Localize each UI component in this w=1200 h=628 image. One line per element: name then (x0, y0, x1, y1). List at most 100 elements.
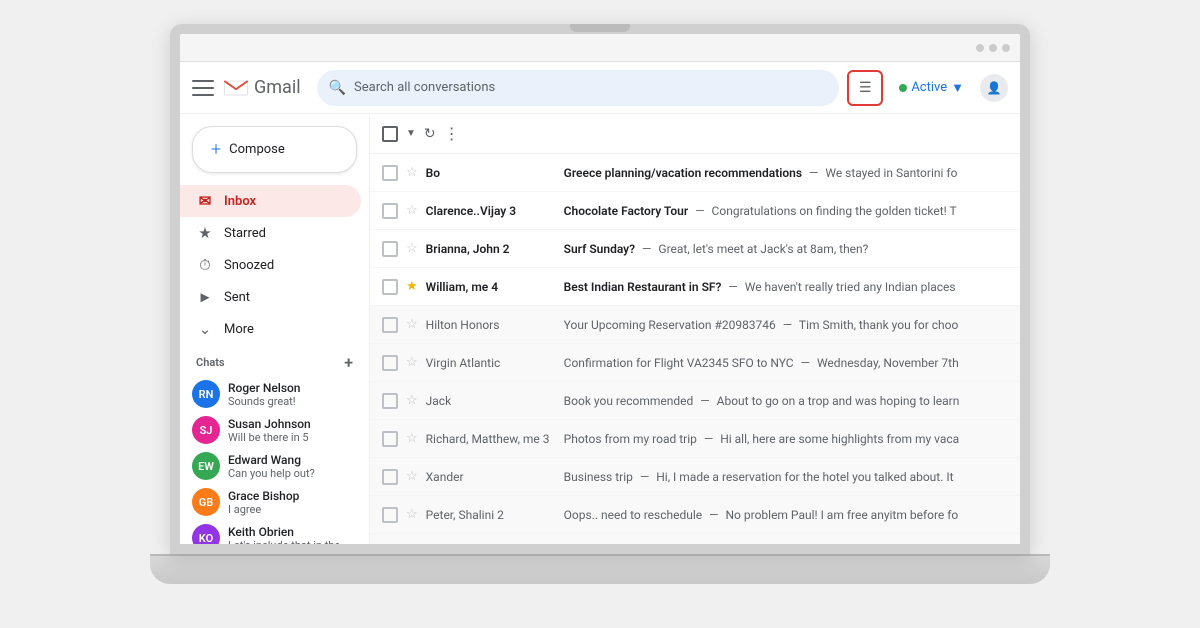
email-sender: Hilton Honors (426, 318, 556, 332)
compose-label: Compose (229, 142, 285, 157)
chat-info-keith: Keith Obrien Let's include that in the..… (228, 525, 349, 545)
email-row-brianna[interactable]: ☆ Brianna, John 2 Surf Sunday? — Great, … (370, 230, 1020, 268)
sidebar-item-starred[interactable]: ★ Starred (180, 217, 361, 249)
chats-section-header: Chats + (180, 345, 369, 376)
email-sender: Richard, Matthew, me 3 (426, 432, 556, 446)
active-label: Active (911, 80, 947, 95)
select-all-checkbox[interactable] (382, 126, 398, 142)
sent-label: Sent (224, 290, 250, 305)
email-subject-snippet: Surf Sunday? — Great, let's meet at Jack… (564, 242, 1008, 256)
email-row-clarence[interactable]: ☆ Clarence..Vijay 3 Chocolate Factory To… (370, 192, 1020, 230)
search-icon: 🔍 (329, 80, 346, 96)
email-subject-snippet: Chocolate Factory Tour — Congratulations… (564, 204, 1008, 218)
email-checkbox[interactable] (382, 203, 398, 219)
laptop-base (150, 554, 1050, 584)
top-bar: Gmail 🔍 Search all conversations ☰ Activ… (180, 62, 1020, 114)
chat-item-susan[interactable]: SJ Susan Johnson Will be there in 5 (180, 412, 361, 448)
email-star[interactable]: ☆ (406, 507, 418, 522)
sidebar: + Compose ✉ Inbox ★ Starred ⏱ Snoozed (180, 114, 370, 544)
email-row-peter1[interactable]: ☆ Peter, Shalini 2 Oops.. need to resche… (370, 496, 1020, 534)
email-row-richard[interactable]: ☆ Richard, Matthew, me 3 Photos from my … (370, 420, 1020, 458)
chat-avatar-keith: KO (192, 524, 220, 544)
email-checkbox[interactable] (382, 507, 398, 523)
gmail-app: Gmail 🔍 Search all conversations ☰ Activ… (180, 62, 1020, 544)
gmail-logo: Gmail (222, 77, 301, 98)
email-star[interactable]: ☆ (406, 241, 418, 256)
email-checkbox[interactable] (382, 355, 398, 371)
chat-name-roger: Roger Nelson (228, 381, 349, 395)
sidebar-item-snoozed[interactable]: ⏱ Snoozed (180, 249, 361, 281)
email-row-roy[interactable]: ☆ Roy, Alex, John Jose 5 Future of Inbox… (370, 534, 1020, 544)
chat-avatar-roger: RN (192, 380, 220, 408)
email-star[interactable]: ☆ (406, 317, 418, 332)
chat-avatar-edward: EW (192, 452, 220, 480)
account-icon[interactable]: 👤 (980, 74, 1008, 102)
menu-icon[interactable] (192, 80, 214, 96)
email-checkbox[interactable] (382, 393, 398, 409)
compose-button[interactable]: + Compose (192, 126, 357, 173)
active-dot-indicator (899, 84, 907, 92)
chat-info-grace: Grace Bishop I agree (228, 489, 349, 516)
chat-item-edward[interactable]: EW Edward Wang Can you help out? (180, 448, 361, 484)
active-chevron: ▼ (951, 80, 964, 96)
gmail-title: Gmail (254, 77, 301, 98)
email-checkbox[interactable] (382, 317, 398, 333)
email-checkbox[interactable] (382, 469, 398, 485)
filter-icon: ☰ (859, 80, 872, 96)
email-row-jack[interactable]: ☆ Jack Book you recommended — About to g… (370, 382, 1020, 420)
email-sender: Clarence..Vijay 3 (426, 204, 556, 218)
filter-button[interactable]: ☰ (847, 70, 883, 106)
email-sender: Xander (426, 470, 556, 484)
email-subject-snippet: Greece planning/vacation recommendations… (564, 166, 1008, 180)
email-row-virgin[interactable]: ☆ Virgin Atlantic Confirmation for Fligh… (370, 344, 1020, 382)
inbox-label: Inbox (224, 194, 256, 209)
email-star[interactable]: ☆ (406, 431, 418, 446)
email-sender: Virgin Atlantic (426, 356, 556, 370)
sidebar-item-sent[interactable]: ► Sent (180, 281, 361, 313)
more-options-icon[interactable]: ⋮ (444, 124, 460, 143)
email-subject-snippet: Book you recommended — About to go on a … (564, 394, 1008, 408)
more-label: More (224, 322, 254, 337)
email-checkbox[interactable] (382, 165, 398, 181)
gmail-m-logo (222, 78, 250, 98)
refresh-icon[interactable]: ↻ (424, 126, 436, 142)
sidebar-item-inbox[interactable]: ✉ Inbox (180, 185, 361, 217)
window-dot-close (976, 44, 984, 52)
email-toolbar: ▼ ↻ ⋮ (370, 114, 1020, 154)
sent-icon: ► (196, 288, 214, 306)
chat-item-grace[interactable]: GB Grace Bishop I agree (180, 484, 361, 520)
compose-plus-icon: + (211, 139, 221, 160)
chat-item-keith[interactable]: KO Keith Obrien Let's include that in th… (180, 520, 361, 544)
chats-add-icon[interactable]: + (344, 353, 353, 372)
email-sender: William, me 4 (426, 280, 556, 294)
email-sender: Brianna, John 2 (426, 242, 556, 256)
email-checkbox[interactable] (382, 279, 398, 295)
email-checkbox[interactable] (382, 241, 398, 257)
chat-preview-roger: Sounds great! (228, 395, 349, 408)
search-placeholder: Search all conversations (354, 80, 827, 95)
inbox-icon: ✉ (196, 192, 214, 210)
email-row-hilton[interactable]: ☆ Hilton Honors Your Upcoming Reservatio… (370, 306, 1020, 344)
laptop-wrapper: Gmail 🔍 Search all conversations ☰ Activ… (150, 24, 1050, 604)
search-bar[interactable]: 🔍 Search all conversations (317, 70, 840, 106)
sidebar-item-more[interactable]: ⌄ More (180, 313, 361, 345)
email-row-bo[interactable]: ☆ Bo Greece planning/vacation recommenda… (370, 154, 1020, 192)
email-row-xander1[interactable]: ☆ Xander Business trip — Hi, I made a re… (370, 458, 1020, 496)
email-star[interactable]: ☆ (406, 165, 418, 180)
email-star[interactable]: ☆ (406, 469, 418, 484)
email-subject-snippet: Photos from my road trip — Hi all, here … (564, 432, 1008, 446)
email-subject-snippet: Business trip — Hi, I made a reservation… (564, 470, 1008, 484)
window-dot-minimize (989, 44, 997, 52)
email-list: ▼ ↻ ⋮ ☆ Bo Greece planning/vacation reco… (370, 114, 1020, 544)
select-all-chevron[interactable]: ▼ (406, 128, 416, 139)
chat-item-roger[interactable]: RN Roger Nelson Sounds great! (180, 376, 361, 412)
email-star-starred[interactable]: ★ (406, 279, 418, 294)
email-star[interactable]: ☆ (406, 393, 418, 408)
email-checkbox[interactable] (382, 431, 398, 447)
active-status-button[interactable]: Active ▼ (891, 70, 972, 106)
email-star[interactable]: ☆ (406, 355, 418, 370)
email-row-william[interactable]: ★ William, me 4 Best Indian Restaurant i… (370, 268, 1020, 306)
email-star[interactable]: ☆ (406, 203, 418, 218)
chat-preview-susan: Will be there in 5 (228, 431, 349, 444)
chat-info-roger: Roger Nelson Sounds great! (228, 381, 349, 408)
